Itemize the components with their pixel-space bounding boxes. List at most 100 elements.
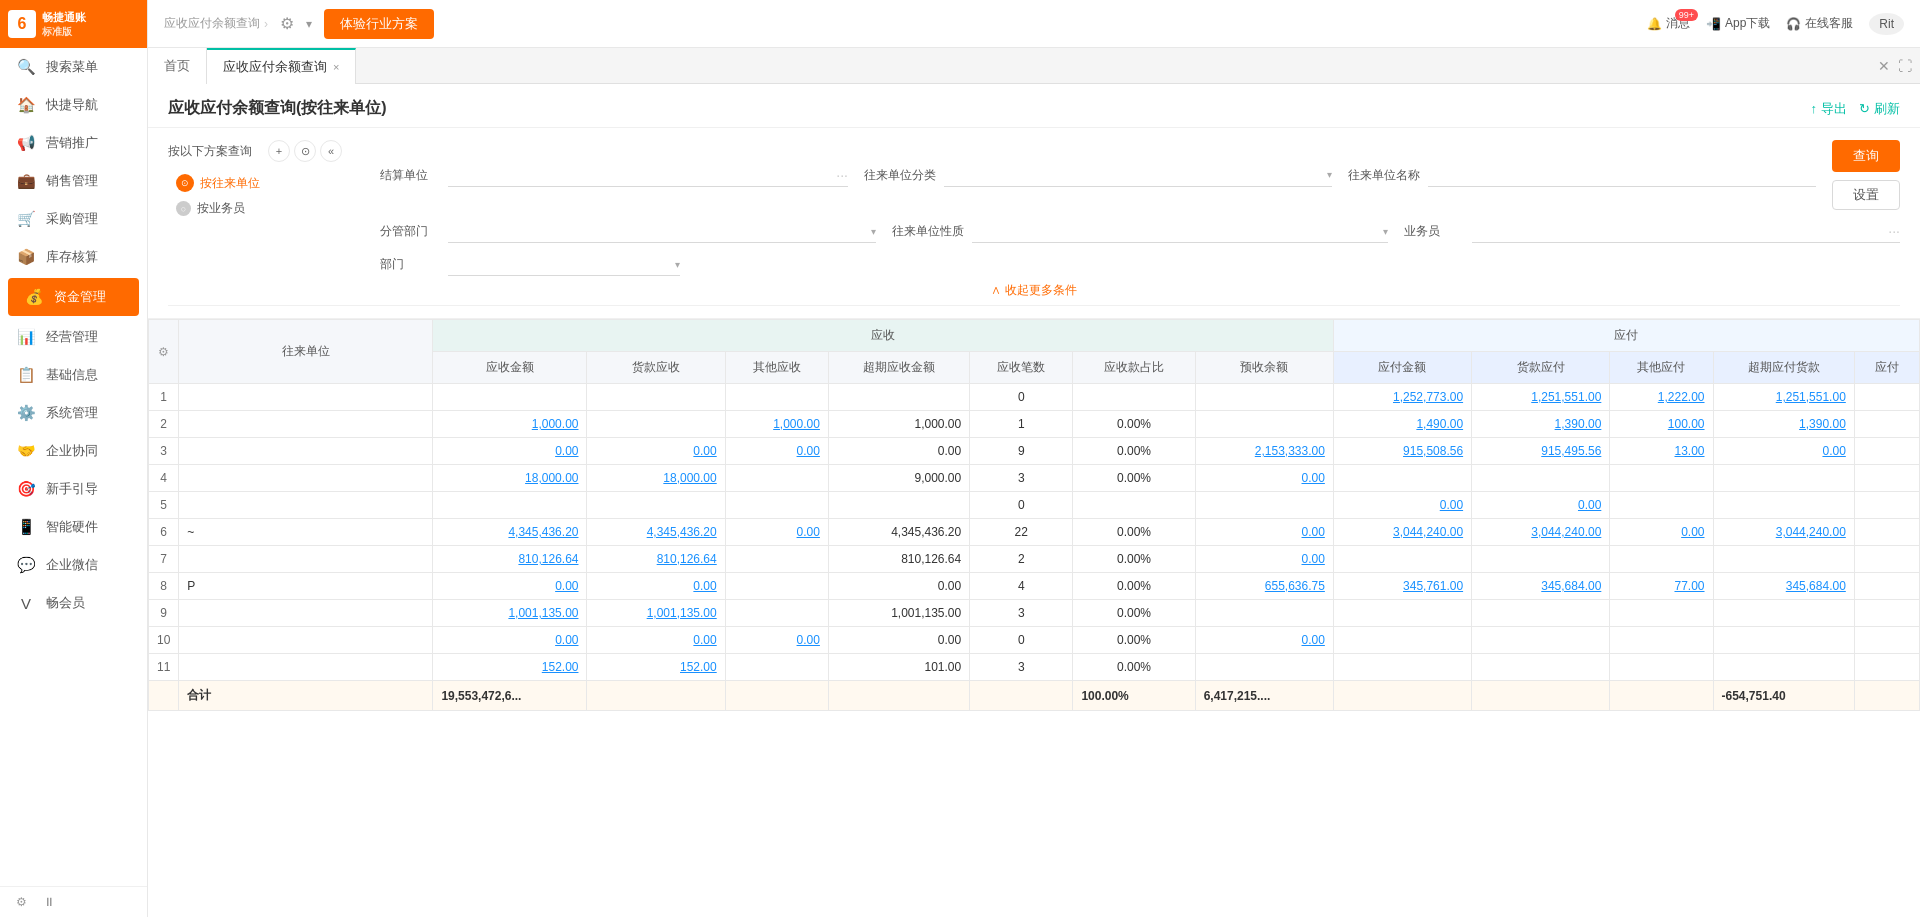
salesperson-dots[interactable]: ···: [1888, 223, 1900, 239]
sidebar-item-finance[interactable]: 💰 资金管理: [8, 278, 139, 316]
sidebar-menu: 🔍 搜索菜单 🏠 快捷导航 📢 营销推广 💼 销售管理 🛒 采购管理 📦 库存核…: [0, 48, 147, 886]
collapse-icon: ∧: [991, 283, 1001, 297]
settlement-unit-field: 结算单位 ···: [380, 164, 848, 187]
table-footer-row: 合计 19,553,472,6... 100.00% 6,417,215....: [149, 681, 1920, 711]
page-inner: 应收应付余额查询(按往来单位) ↑ 导出 ↻ 刷新: [148, 84, 1920, 917]
footer-pay-goods: [1472, 681, 1610, 711]
logo-icon: 6: [8, 10, 36, 38]
maximize-icon[interactable]: ⛶: [1898, 58, 1912, 74]
try-industry-button[interactable]: 体验行业方案: [324, 9, 434, 39]
settlement-unit-dots[interactable]: ···: [836, 167, 848, 183]
query-button[interactable]: 查询: [1832, 140, 1900, 172]
col-pay-extra: 应付: [1854, 352, 1919, 384]
table-row: 500.000.00: [149, 492, 1920, 519]
marketing-icon: 📢: [16, 134, 36, 152]
partner-nature-field: 往来单位性质 ▾: [892, 220, 1388, 243]
settings-button[interactable]: 设置: [1832, 180, 1900, 210]
home-icon: 🏠: [16, 96, 36, 114]
logo-text: 畅捷通账 标准版: [42, 10, 86, 37]
option-by-salesperson[interactable]: ○ 按业务员: [168, 196, 368, 221]
main-area: 应收应付余额查询 › ⚙ ▾ 体验行业方案 🔔 消息 99+ 📲 App下载 🎧…: [148, 0, 1920, 917]
purchase-icon: 🛒: [16, 210, 36, 228]
filter-actions: + ⊙ «: [268, 140, 342, 162]
table-settings-col[interactable]: ⚙: [149, 320, 179, 384]
tab-bar: 首页 应收应付余额查询 × ✕ ⛶: [148, 48, 1920, 84]
sidebar-item-nav[interactable]: 🏠 快捷导航: [0, 86, 147, 124]
finance-icon: 💰: [24, 288, 44, 306]
close-window-icon[interactable]: ✕: [1878, 58, 1890, 74]
department-label: 部门: [380, 256, 440, 273]
sidebar-item-guide[interactable]: 🎯 新手引导: [0, 470, 147, 508]
tab-close-icon[interactable]: ×: [333, 61, 339, 73]
partner-name-input[interactable]: [1428, 164, 1816, 186]
sidebar-item-purchase[interactable]: 🛒 采购管理: [0, 200, 147, 238]
sales-icon: 💼: [16, 172, 36, 190]
department-arrow: ▾: [675, 259, 680, 270]
sidebar-item-management[interactable]: 📊 经营管理: [0, 318, 147, 356]
partner-category-label: 往来单位分类: [864, 167, 936, 184]
footer-rec-advance[interactable]: 6,417,215....: [1195, 681, 1333, 711]
tab-home[interactable]: 首页: [148, 48, 207, 84]
footer-pay-extra: [1854, 681, 1919, 711]
sidebar-item-corp[interactable]: 🤝 企业协同: [0, 432, 147, 470]
settlement-unit-label: 结算单位: [380, 167, 440, 184]
collapse-bar[interactable]: ∧ 收起更多条件: [168, 276, 1900, 306]
col-group-receivable: 应收: [433, 320, 1333, 352]
add-scheme-button[interactable]: +: [268, 140, 290, 162]
sidebar-item-search[interactable]: 🔍 搜索菜单: [0, 48, 147, 86]
settlement-unit-input[interactable]: [448, 164, 836, 186]
partner-nature-input[interactable]: [972, 220, 1383, 242]
user-avatar[interactable]: Rit: [1869, 13, 1904, 35]
settings-scheme-button[interactable]: ⊙: [294, 140, 316, 162]
refresh-icon: ↻: [1859, 101, 1870, 116]
collapse-scheme-button[interactable]: «: [320, 140, 342, 162]
sidebar-item-member[interactable]: V 畅会员: [0, 584, 147, 622]
online-service-label: 在线客服: [1805, 15, 1853, 32]
col-pay-other: 其他应付: [1610, 352, 1713, 384]
partner-name-label: 往来单位名称: [1348, 167, 1420, 184]
pause-footer-icon[interactable]: ⏸: [43, 895, 55, 909]
sidebar-item-inventory[interactable]: 📦 库存核算: [0, 238, 147, 276]
dept-manager-input[interactable]: [448, 220, 871, 242]
refresh-button[interactable]: ↻ 刷新: [1859, 100, 1900, 118]
download-icon: 📲: [1706, 17, 1721, 31]
system-icon: ⚙️: [16, 404, 36, 422]
chevron-down-icon[interactable]: ▾: [306, 17, 312, 31]
option-by-partner[interactable]: ⊙ 按往来单位: [168, 170, 368, 196]
footer-rec-amount[interactable]: 19,553,472,6...: [433, 681, 587, 711]
col-pay-overdue: 超期应付货款: [1713, 352, 1854, 384]
app-download-item[interactable]: 📲 App下载: [1706, 15, 1770, 32]
user-name: Rit: [1879, 17, 1894, 31]
tab-receivable-payable[interactable]: 应收应付余额查询 ×: [207, 48, 356, 84]
corp-icon: 🤝: [16, 442, 36, 460]
filter-area: 按以下方案查询 + ⊙ « ⊙ 按往来单位 ○: [148, 128, 1920, 319]
department-input[interactable]: [448, 253, 675, 275]
settings-gear-icon[interactable]: ⚙: [280, 14, 294, 33]
sidebar-item-marketing[interactable]: 📢 营销推广: [0, 124, 147, 162]
collapse-label: 收起更多条件: [1005, 283, 1077, 297]
page-header: 应收应付余额查询(按往来单位) ↑ 导出 ↻ 刷新: [148, 84, 1920, 128]
online-service-item[interactable]: 🎧 在线客服: [1786, 15, 1853, 32]
col-group-payable: 应付: [1333, 320, 1919, 352]
notification-item[interactable]: 🔔 消息 99+: [1647, 15, 1690, 32]
col-rec-other: 其他应收: [725, 352, 828, 384]
col-rec-overdue: 超期应收金额: [828, 352, 969, 384]
tab-active-label: 应收应付余额查询: [223, 58, 327, 76]
sidebar-footer: ⚙ ⏸: [0, 886, 147, 917]
notification-count: 99+: [1675, 9, 1698, 21]
partner-category-input[interactable]: [944, 164, 1327, 186]
table-row: 418,000.0018,000.009,000.0030.00%0.00: [149, 465, 1920, 492]
settings-footer-icon[interactable]: ⚙: [16, 895, 27, 909]
sidebar-item-system[interactable]: ⚙️ 系统管理: [0, 394, 147, 432]
sidebar-item-sales[interactable]: 💼 销售管理: [0, 162, 147, 200]
sidebar-item-hardware[interactable]: 📱 智能硬件: [0, 508, 147, 546]
search-icon: 🔍: [16, 58, 36, 76]
footer-pay-overdue: -654,751.40: [1713, 681, 1854, 711]
salesperson-input[interactable]: [1472, 220, 1888, 242]
sidebar-item-basic-info[interactable]: 📋 基础信息: [0, 356, 147, 394]
export-button[interactable]: ↑ 导出: [1811, 100, 1848, 118]
footer-pay-other: [1610, 681, 1713, 711]
guide-icon: 🎯: [16, 480, 36, 498]
inventory-icon: 📦: [16, 248, 36, 266]
sidebar-item-wechat[interactable]: 💬 企业微信: [0, 546, 147, 584]
